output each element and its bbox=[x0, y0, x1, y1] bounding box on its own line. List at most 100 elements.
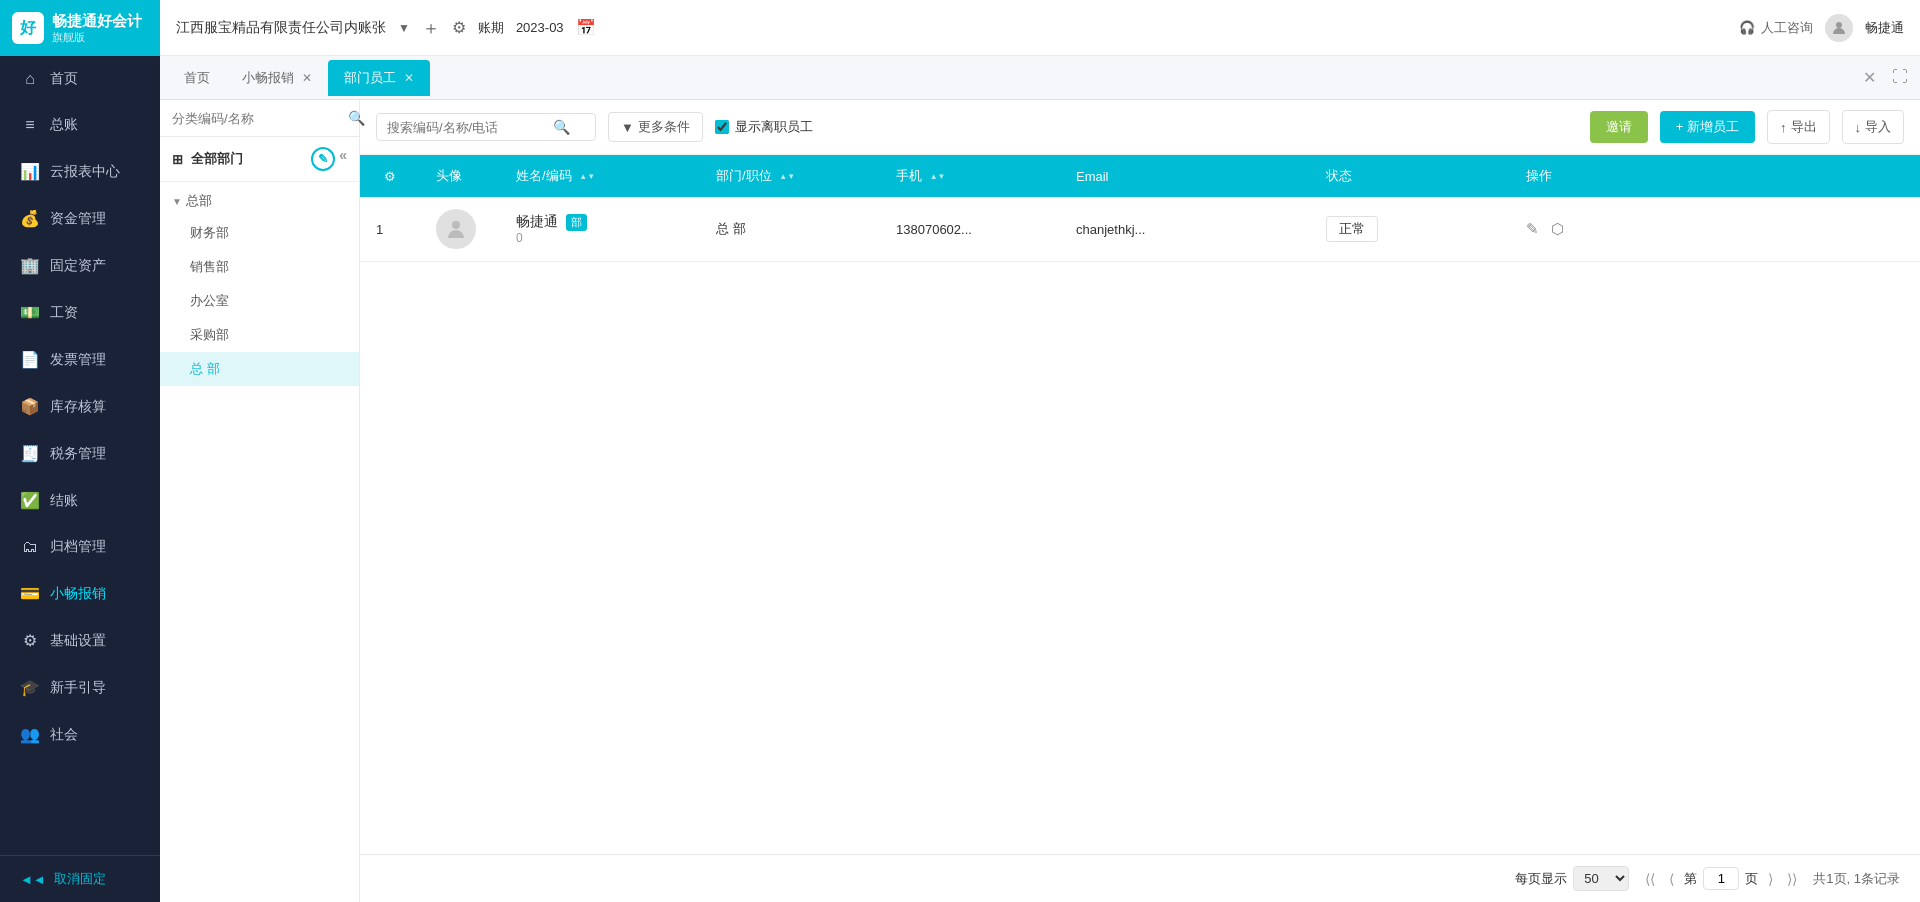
headset-icon: 🎧 bbox=[1739, 20, 1755, 35]
unpin-button[interactable]: ◄◄ 取消固定 bbox=[0, 855, 160, 902]
name-sort-icon: ▲▼ bbox=[579, 173, 595, 181]
more-icon: 👥 bbox=[20, 725, 40, 744]
period-label: 账期 bbox=[478, 19, 504, 37]
employee-search-box: 🔍 bbox=[376, 113, 596, 141]
dept-edit-button[interactable]: ✎ bbox=[311, 147, 335, 171]
sidebar-item-reports[interactable]: 📊 云报表中心 bbox=[0, 148, 160, 195]
page-total: 共1页, 1条记录 bbox=[1813, 870, 1900, 888]
tab-home[interactable]: 首页 bbox=[168, 60, 226, 96]
tax-icon: 🧾 bbox=[20, 444, 40, 463]
sidebar-item-wages[interactable]: 💵 工资 bbox=[0, 289, 160, 336]
sidebar-item-home[interactable]: ⌂ 首页 bbox=[0, 56, 160, 102]
dept-item-finance[interactable]: 财务部 bbox=[160, 216, 359, 250]
invite-button[interactable]: 邀请 bbox=[1590, 111, 1648, 143]
employee-table: ⚙ 头像 姓名/编码 ▲▼ 部门/职位 ▲▼ bbox=[360, 155, 1920, 854]
triangle-icon: ▼ bbox=[172, 196, 182, 207]
guide-icon: 🎓 bbox=[20, 678, 40, 697]
invoice-icon: 📄 bbox=[20, 350, 40, 369]
employee-search-icon[interactable]: 🔍 bbox=[553, 119, 570, 135]
row-actions: ✎ ⬡ bbox=[1510, 197, 1920, 262]
content-area: 🔍 ⊞ 全部部门 ✎ « ▼ 总部 财务部 销售部 bbox=[160, 100, 1920, 902]
row-index: 1 bbox=[360, 197, 420, 262]
table-body: 1 畅捷通 部 0 bbox=[360, 197, 1920, 262]
dept-item-office[interactable]: 办公室 bbox=[160, 284, 359, 318]
page-input[interactable] bbox=[1703, 867, 1739, 890]
action-buttons: ✎ ⬡ bbox=[1526, 220, 1904, 238]
sidebar-logo: 好 畅捷通好会计 旗舰版 bbox=[0, 0, 160, 56]
row-email: chanjethkj... bbox=[1060, 197, 1310, 262]
row-avatar bbox=[420, 197, 500, 262]
settings-col-icon: ⚙ bbox=[384, 169, 396, 184]
sidebar-item-invoice[interactable]: 📄 发票管理 bbox=[0, 336, 160, 383]
import-icon: ↓ bbox=[1855, 120, 1862, 135]
dept-item-general[interactable]: 总 部 bbox=[160, 352, 359, 386]
col-dept[interactable]: 部门/职位 ▲▼ bbox=[700, 155, 880, 197]
export-button[interactable]: ↑ 导出 bbox=[1767, 110, 1830, 144]
employee-search-input[interactable] bbox=[387, 120, 547, 135]
employee-avatar bbox=[436, 209, 476, 249]
tab-expand-action[interactable]: ⛶ bbox=[1888, 64, 1912, 91]
sidebar-item-settings[interactable]: ⚙ 基础设置 bbox=[0, 617, 160, 664]
col-name[interactable]: 姓名/编码 ▲▼ bbox=[500, 155, 700, 197]
tab-expense-close[interactable]: ✕ bbox=[302, 71, 312, 85]
sidebar-item-tax[interactable]: 🧾 税务管理 bbox=[0, 430, 160, 477]
funds-icon: 💰 bbox=[20, 209, 40, 228]
tab-dept-close[interactable]: ✕ bbox=[404, 71, 414, 85]
dept-sort-icon: ▲▼ bbox=[779, 173, 795, 181]
prev-page-button[interactable]: ⟨ bbox=[1665, 869, 1678, 889]
service-button[interactable]: 🎧 人工咨询 bbox=[1739, 19, 1813, 37]
sidebar-item-assets[interactable]: 🏢 固定资产 bbox=[0, 242, 160, 289]
tab-expense[interactable]: 小畅报销 ✕ bbox=[226, 60, 328, 96]
ledger-icon: ≡ bbox=[20, 116, 40, 134]
row-status: 正常 bbox=[1310, 197, 1510, 262]
tab-actions: ✕ ⛶ bbox=[1859, 64, 1912, 91]
inventory-icon: 📦 bbox=[20, 397, 40, 416]
export-icon: ↑ bbox=[1780, 120, 1787, 135]
exit-button[interactable]: ⬡ bbox=[1551, 220, 1564, 238]
col-settings[interactable]: ⚙ bbox=[360, 155, 420, 197]
filter-button[interactable]: ▼ 更多条件 bbox=[608, 112, 703, 142]
pin-icon: ◄◄ bbox=[20, 872, 46, 887]
dept-search-input[interactable] bbox=[172, 111, 340, 126]
row-dept-position: 总 部 bbox=[700, 197, 880, 262]
col-phone[interactable]: 手机 ▲▼ bbox=[880, 155, 1060, 197]
sidebar-item-expense[interactable]: 💳 小畅报销 bbox=[0, 570, 160, 617]
reports-icon: 📊 bbox=[20, 162, 40, 181]
app-logo-icon: 好 bbox=[12, 12, 44, 44]
sidebar-nav: ⌂ 首页 ≡ 总账 📊 云报表中心 💰 资金管理 🏢 固定资产 💵 工资 📄 发… bbox=[0, 56, 160, 855]
first-page-button[interactable]: ⟨⟨ bbox=[1641, 869, 1659, 889]
add-employee-button[interactable]: + 新增员工 bbox=[1660, 111, 1755, 143]
topbar-settings-icon[interactable]: ⚙ bbox=[452, 18, 466, 37]
sidebar-item-checkout[interactable]: ✅ 结账 bbox=[0, 477, 160, 524]
tab-bar: 首页 小畅报销 ✕ 部门员工 ✕ ✕ ⛶ bbox=[160, 56, 1920, 100]
add-company-button[interactable]: ＋ bbox=[422, 16, 440, 40]
dept-collapse-button[interactable]: « bbox=[339, 147, 347, 171]
edit-button[interactable]: ✎ bbox=[1526, 220, 1539, 238]
tab-dept[interactable]: 部门员工 ✕ bbox=[328, 60, 430, 96]
page-size-select[interactable]: 10 20 50 100 bbox=[1573, 866, 1629, 891]
dept-item-sales[interactable]: 销售部 bbox=[160, 250, 359, 284]
tab-close-action[interactable]: ✕ bbox=[1859, 64, 1880, 91]
table-row: 1 畅捷通 部 0 bbox=[360, 197, 1920, 262]
checkout-icon: ✅ bbox=[20, 491, 40, 510]
company-dropdown[interactable]: ▼ bbox=[398, 21, 410, 35]
dept-grid-icon: ⊞ bbox=[172, 152, 183, 167]
show-resigned-checkbox[interactable]: 显示离职员工 bbox=[715, 118, 813, 136]
period-value: 2023-03 bbox=[516, 20, 564, 35]
filter-icon: ▼ bbox=[621, 120, 634, 135]
sidebar-item-guide[interactable]: 🎓 新手引导 bbox=[0, 664, 160, 711]
show-resigned-input[interactable] bbox=[715, 120, 729, 134]
svg-point-0 bbox=[1836, 22, 1842, 28]
sidebar-item-funds[interactable]: 💰 资金管理 bbox=[0, 195, 160, 242]
sidebar-item-inventory[interactable]: 📦 库存核算 bbox=[0, 383, 160, 430]
col-status: 状态 bbox=[1310, 155, 1510, 197]
last-page-button[interactable]: ⟩⟩ bbox=[1783, 869, 1801, 889]
sidebar-item-more[interactable]: 👥 社会 bbox=[0, 711, 160, 758]
calendar-icon[interactable]: 📅 bbox=[576, 18, 596, 37]
dept-item-purchase[interactable]: 采购部 bbox=[160, 318, 359, 352]
import-button[interactable]: ↓ 导入 bbox=[1842, 110, 1905, 144]
sidebar-item-ledger[interactable]: ≡ 总账 bbox=[0, 102, 160, 148]
sidebar-item-archive[interactable]: 🗂 归档管理 bbox=[0, 524, 160, 570]
page-navigation: ⟨⟨ ⟨ 第 页 ⟩ ⟩⟩ bbox=[1641, 867, 1801, 890]
next-page-button[interactable]: ⟩ bbox=[1764, 869, 1777, 889]
